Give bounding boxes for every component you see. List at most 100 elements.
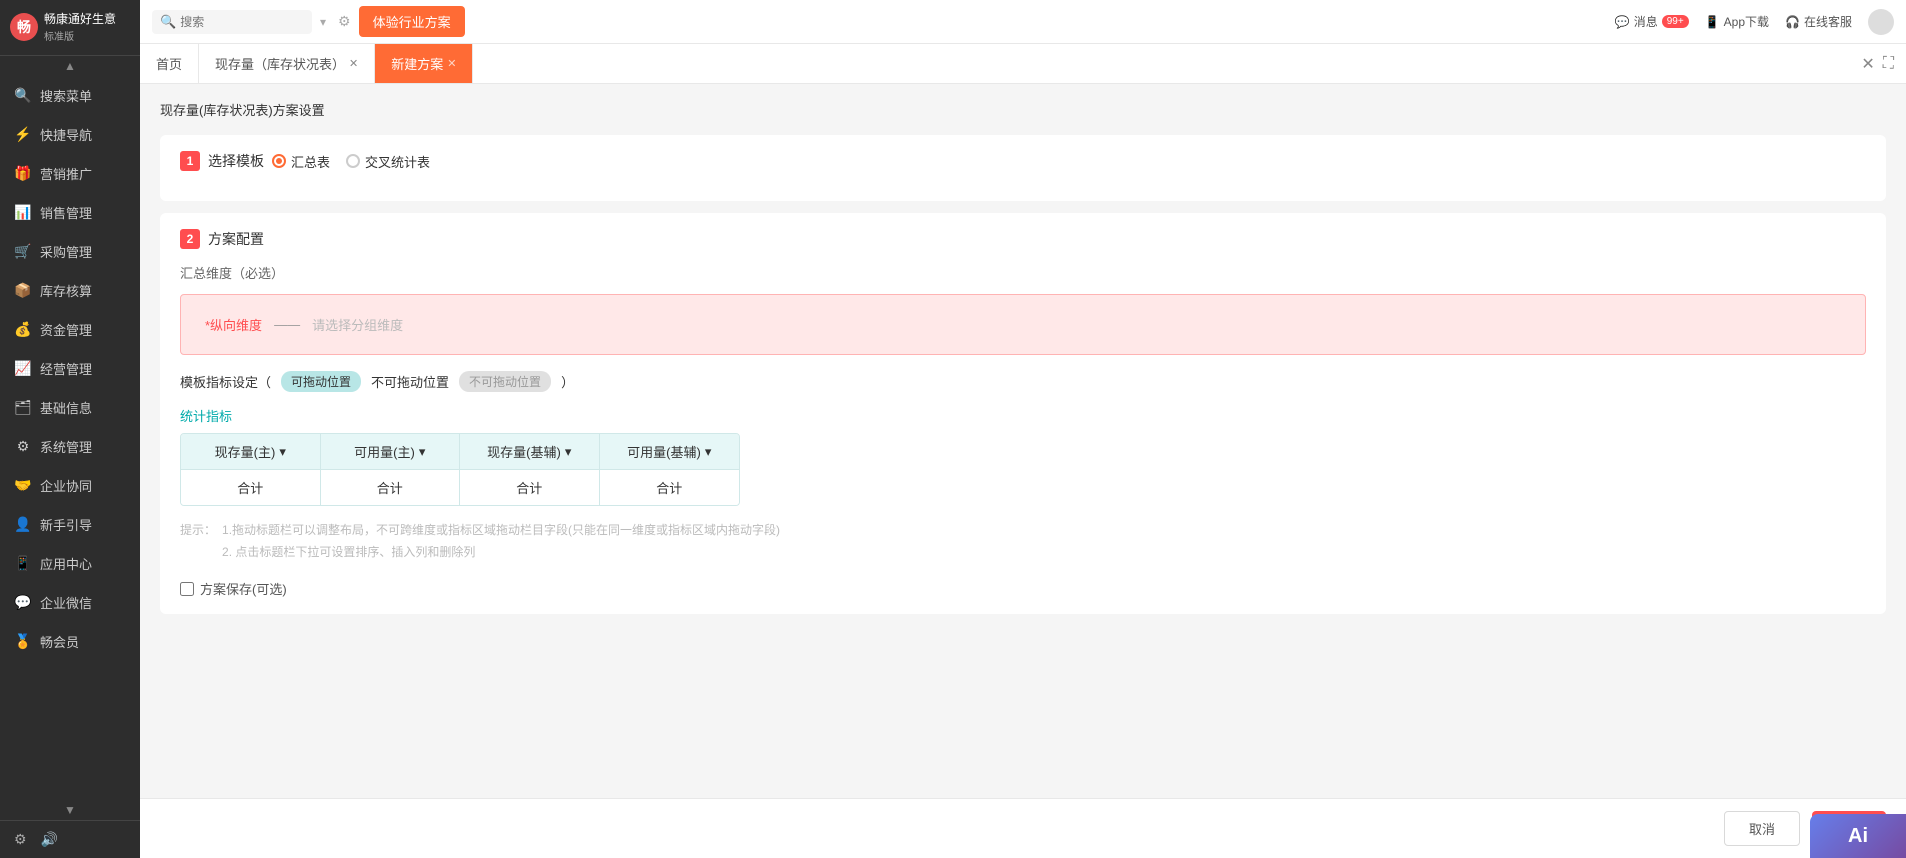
logo-icon: 畅: [10, 13, 38, 41]
indicator-fixed-label: 不可拖动位置: [371, 372, 449, 391]
template-radio-group: 汇总表 交叉统计表: [272, 152, 430, 171]
search-box[interactable]: 🔍: [152, 10, 312, 34]
save-label: 方案保存(可选): [200, 579, 287, 598]
tab-inventory-close[interactable]: ✕: [349, 57, 358, 70]
cancel-button[interactable]: 取消: [1724, 811, 1800, 846]
message-label: 消息: [1634, 13, 1658, 30]
search-input[interactable]: [180, 15, 280, 29]
col-header-1[interactable]: 可用量(主) ▾: [321, 434, 461, 469]
step1-badge: 1: [180, 151, 200, 171]
col-sub-2: 合计: [460, 469, 600, 505]
trial-button[interactable]: 体验行业方案: [359, 6, 465, 37]
sidebar-item-basic-info[interactable]: 🗂 基础信息: [0, 388, 140, 427]
dimension-dash: ——: [274, 317, 300, 332]
dimension-box[interactable]: *纵向维度 —— 请选择分组维度: [180, 294, 1866, 355]
col-label-2: 现存量(基辅): [487, 442, 561, 461]
sidebar-item-wechat[interactable]: 💬 企业微信: [0, 583, 140, 622]
sidebar-item-label: 采购管理: [40, 242, 92, 261]
volume-icon[interactable]: 🔊: [41, 831, 58, 848]
sidebar-item-shortcuts[interactable]: ⚡ 快捷导航: [0, 115, 140, 154]
dropdown-icon[interactable]: ▾: [320, 15, 326, 29]
operations-icon: 📈: [14, 359, 32, 377]
tab-actions: ✕ ⛶: [1861, 54, 1906, 74]
col-header-3[interactable]: 可用量(基辅) ▾: [600, 434, 740, 469]
sidebar-item-search[interactable]: 🔍 搜索菜单: [0, 76, 140, 115]
headset-icon: 🎧: [1785, 15, 1800, 29]
topbar-gear-icon[interactable]: ⚙: [338, 13, 351, 30]
sidebar-item-label: 营销推广: [40, 164, 92, 183]
sidebar-item-finance[interactable]: 💰 资金管理: [0, 310, 140, 349]
col-sub-3: 合计: [600, 469, 740, 505]
tab-close-button[interactable]: ✕: [1861, 54, 1874, 74]
summary-label: 汇总维度（必选）: [180, 263, 1866, 282]
mobile-icon: 📱: [1705, 15, 1720, 29]
step2-section: 2 方案配置 汇总维度（必选） *纵向维度 —— 请选择分组维度 模板指标设定（…: [160, 213, 1886, 614]
col-chevron-2[interactable]: ▾: [565, 444, 572, 460]
dimension-placeholder: 请选择分组维度: [312, 315, 403, 334]
radio-cross-dot: [346, 154, 360, 168]
finance-icon: 💰: [14, 320, 32, 338]
tip-0: 提示： 1.拖动标题栏可以调整布局，不可跨维度或指标区域拖动栏目字段(只能在同一…: [180, 520, 1866, 542]
service-label: 在线客服: [1804, 13, 1852, 30]
app-download-button[interactable]: 📱 App下载: [1705, 13, 1769, 30]
sidebar-item-guide[interactable]: 👤 新手引导: [0, 505, 140, 544]
topbar: 🔍 ▾ ⚙ 体验行业方案 💬 消息 99+ 📱 App下载 🎧 在线客服: [140, 0, 1906, 44]
sidebar-item-operations[interactable]: 📈 经营管理: [0, 349, 140, 388]
app-download-label: App下载: [1724, 13, 1769, 30]
indicator-label: 模板指标设定（: [180, 372, 271, 391]
tip-text-1: 2. 点击标题栏下拉可设置排序、插入列和删除列: [222, 542, 475, 564]
col-label-3: 可用量(基辅): [627, 442, 701, 461]
sidebar-item-member[interactable]: 🏅 畅会员: [0, 622, 140, 661]
sidebar-item-label: 搜索菜单: [40, 86, 92, 105]
indicator-draggable-badge: 可拖动位置: [281, 371, 361, 392]
save-checkbox[interactable]: [180, 582, 194, 596]
sidebar-footer: ⚙ 🔊: [0, 820, 140, 858]
ai-float-button[interactable]: Ai: [1810, 814, 1906, 858]
message-button[interactable]: 💬 消息 99+: [1615, 13, 1689, 30]
col-label-0: 现存量(主): [215, 442, 276, 461]
tab-home[interactable]: 首页: [140, 44, 199, 83]
ai-label: Ai: [1848, 825, 1868, 848]
col-header-0[interactable]: 现存量(主) ▾: [181, 434, 321, 469]
tab-new-scheme-close[interactable]: ✕: [447, 57, 456, 70]
sidebar-scroll-up[interactable]: ▲: [0, 56, 140, 76]
dimension-required-label: *纵向维度: [205, 315, 262, 334]
wechat-icon: 💬: [14, 593, 32, 611]
sidebar-item-apps[interactable]: 📱 应用中心: [0, 544, 140, 583]
sidebar-item-purchase[interactable]: 🛒 采购管理: [0, 232, 140, 271]
sidebar-item-label: 畅会员: [40, 632, 79, 651]
tab-inventory-label: 现存量（库存状况表）: [215, 54, 345, 73]
radio-cross[interactable]: 交叉统计表: [346, 152, 430, 171]
col-chevron-1[interactable]: ▾: [419, 444, 426, 460]
sidebar-item-label: 销售管理: [40, 203, 92, 222]
sales-icon: 📊: [14, 203, 32, 221]
tab-new-scheme[interactable]: 新建方案 ✕: [375, 44, 473, 83]
bottom-bar: 取消 查询: [140, 798, 1906, 858]
service-button[interactable]: 🎧 在线客服: [1785, 13, 1852, 30]
stats-table: 现存量(主) ▾ 可用量(主) ▾ 现存量(基辅) ▾ 可用量(基辅) ▾: [180, 433, 740, 506]
settings-icon[interactable]: ⚙: [14, 831, 27, 848]
tab-expand-button[interactable]: ⛶: [1883, 55, 1894, 73]
apps-icon: 📱: [14, 554, 32, 572]
collab-icon: 🤝: [14, 476, 32, 494]
sidebar-item-label: 应用中心: [40, 554, 92, 573]
avatar[interactable]: [1868, 9, 1894, 35]
sidebar-item-collab[interactable]: 🤝 企业协同: [0, 466, 140, 505]
col-chevron-0[interactable]: ▾: [279, 444, 286, 460]
sidebar-item-sales[interactable]: 📊 销售管理: [0, 193, 140, 232]
sidebar: 畅 畅康通好生意 标准版 ▲ 🔍 搜索菜单 ⚡ 快捷导航 🎁 营销推广 📊 销售…: [0, 0, 140, 858]
inventory-icon: 📦: [14, 281, 32, 299]
app-edition: 标准版: [44, 28, 116, 43]
message-badge: 99+: [1662, 15, 1689, 28]
sidebar-item-inventory[interactable]: 📦 库存核算: [0, 271, 140, 310]
sidebar-item-marketing[interactable]: 🎁 营销推广: [0, 154, 140, 193]
sidebar-scroll-down[interactable]: ▼: [0, 800, 140, 820]
tab-home-label: 首页: [156, 54, 182, 73]
stats-header: 现存量(主) ▾ 可用量(主) ▾ 现存量(基辅) ▾ 可用量(基辅) ▾: [181, 434, 739, 469]
sidebar-item-system[interactable]: ⚙ 系统管理: [0, 427, 140, 466]
col-header-2[interactable]: 现存量(基辅) ▾: [460, 434, 600, 469]
radio-summary[interactable]: 汇总表: [272, 152, 330, 171]
col-chevron-3[interactable]: ▾: [705, 444, 712, 460]
guide-icon: 👤: [14, 515, 32, 533]
tab-inventory[interactable]: 现存量（库存状况表） ✕: [199, 44, 375, 83]
